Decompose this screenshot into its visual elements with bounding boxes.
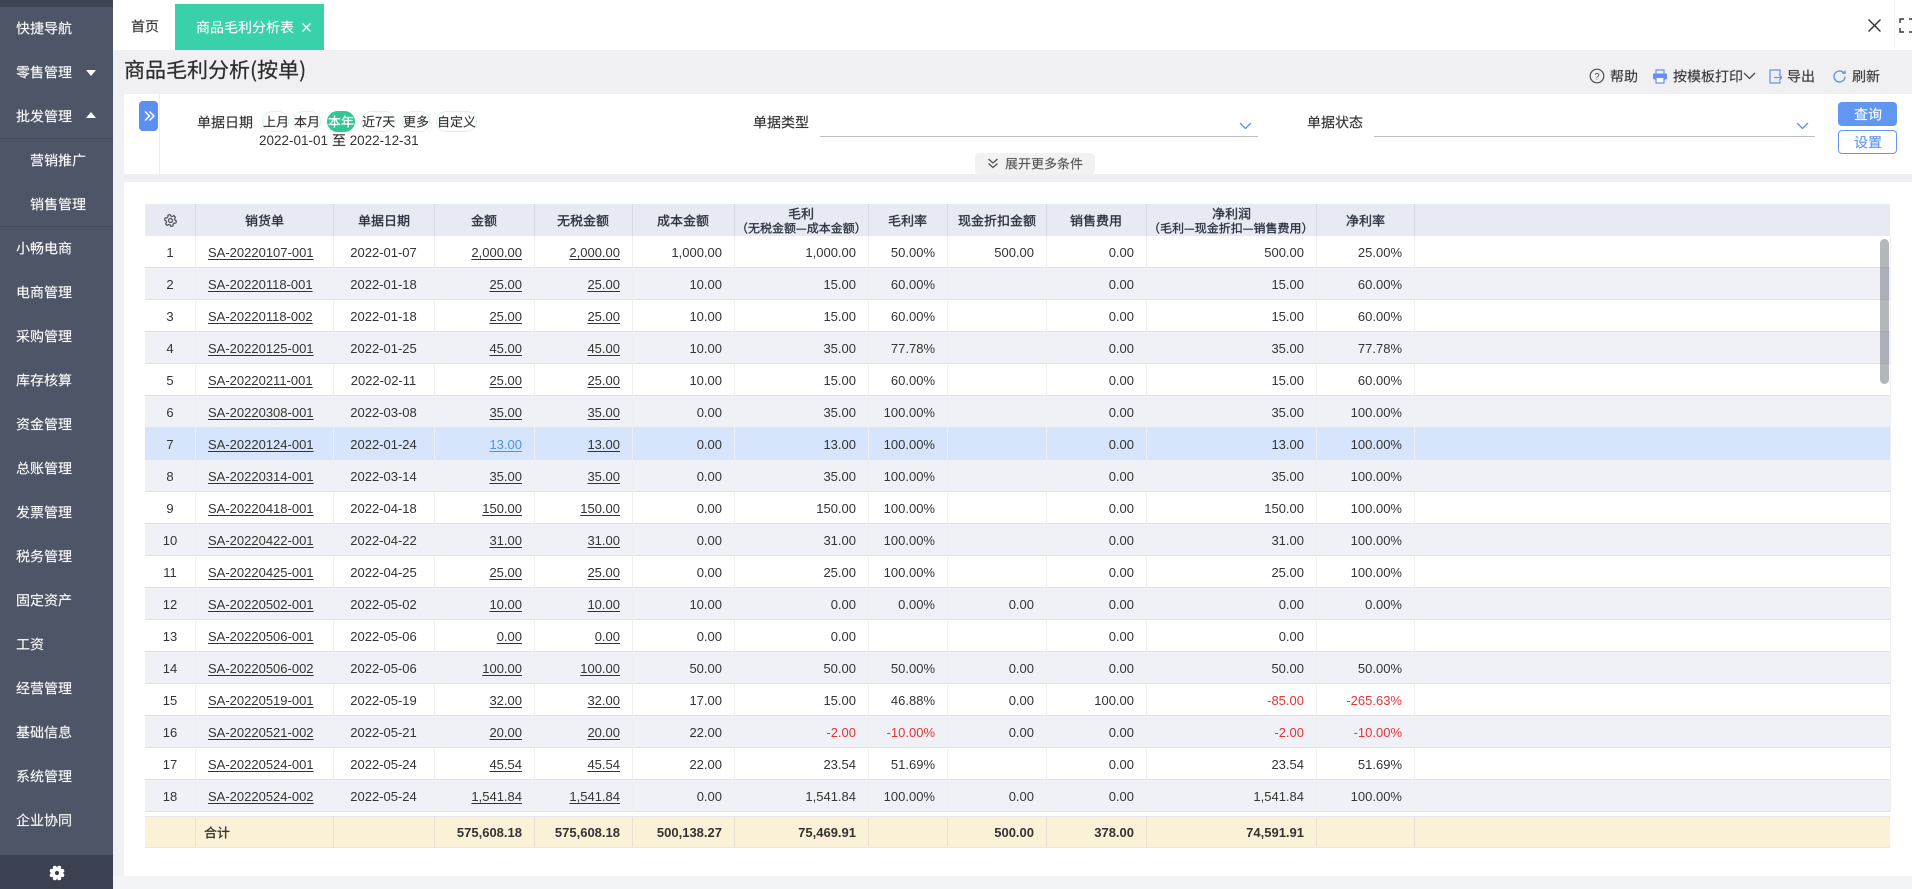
svg-text:?: ? [1594,71,1599,82]
